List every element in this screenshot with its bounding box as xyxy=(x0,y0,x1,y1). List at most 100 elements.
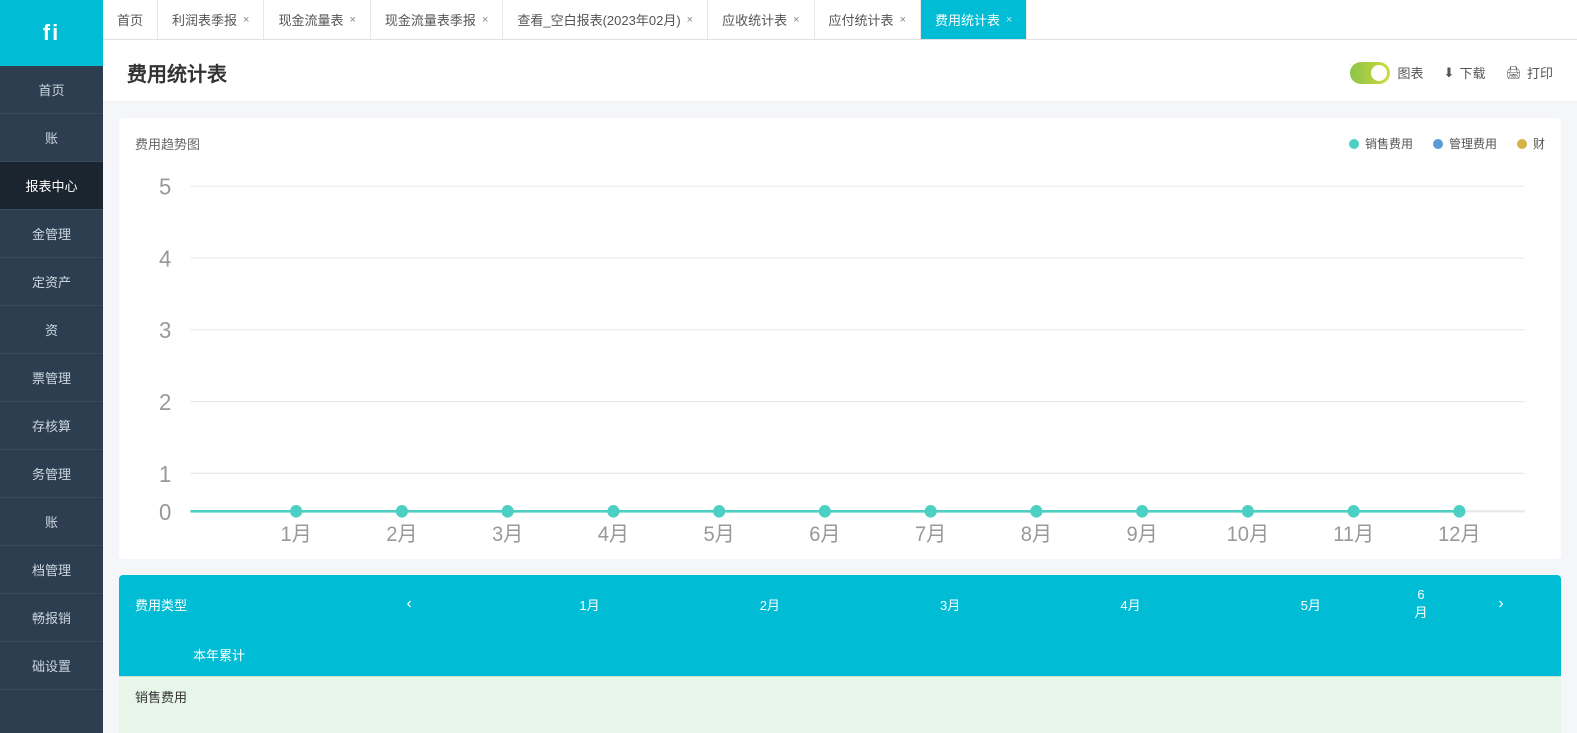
cell-m6 xyxy=(1401,677,1441,716)
chart-toggle[interactable] xyxy=(1350,62,1390,84)
svg-text:4月: 4月 xyxy=(598,522,629,543)
chart-legend: 销售费用 管理费用 财 xyxy=(1349,135,1545,152)
svg-text:12月: 12月 xyxy=(1438,522,1481,543)
cell-m1 xyxy=(499,677,679,716)
tab-profit-quarterly[interactable]: 利润表季报 × xyxy=(158,0,264,39)
svg-text:10月: 10月 xyxy=(1227,522,1270,543)
tab-cashflow-quarterly[interactable]: 现金流量表季报 × xyxy=(371,0,503,39)
chart-section: 费用趋势图 销售费用 管理费用 财 xyxy=(119,118,1561,559)
content-area: 费用统计表 图表 ⬇ 下载 🖨 打印 费用趋势图 xyxy=(103,40,1577,733)
sidebar-item-account[interactable]: 账 xyxy=(0,114,103,162)
sidebar-item-service-management[interactable]: 务管理 xyxy=(0,450,103,498)
sidebar-item-investment[interactable]: 资 xyxy=(0,306,103,354)
page-header: 费用统计表 图表 ⬇ 下载 🖨 打印 xyxy=(103,40,1577,102)
legend-dot-sales xyxy=(1349,139,1359,149)
svg-text:0: 0 xyxy=(159,498,171,525)
toggle-label: 图表 xyxy=(1398,63,1424,82)
svg-text:9月: 9月 xyxy=(1126,522,1157,543)
legend-item-admin: 管理费用 xyxy=(1433,135,1497,152)
close-icon[interactable]: × xyxy=(1006,14,1012,26)
legend-item-finance: 财 xyxy=(1517,135,1545,152)
tab-cashflow[interactable]: 现金流量表 × xyxy=(264,0,370,39)
cell-m3 xyxy=(860,677,1040,716)
col-header-m6: 6月 xyxy=(1401,575,1441,633)
svg-text:8月: 8月 xyxy=(1021,522,1052,543)
tab-bar: 首页 利润表季报 × 现金流量表 × 现金流量表季报 × 查看_空白报表(202… xyxy=(103,0,1577,40)
tab-payable[interactable]: 应付统计表 × xyxy=(815,0,921,39)
svg-text:4: 4 xyxy=(159,245,171,272)
sidebar-item-fund-management[interactable]: 金管理 xyxy=(0,210,103,258)
sidebar-item-bill-management[interactable]: 票管理 xyxy=(0,354,103,402)
print-icon: 🖨 xyxy=(1505,65,1522,81)
sidebar-item-basic-settings[interactable]: 础设置 xyxy=(0,642,103,690)
close-icon[interactable]: × xyxy=(482,14,488,26)
print-button[interactable]: 🖨 打印 xyxy=(1505,63,1553,82)
col-header-m2: 2月 xyxy=(680,575,860,633)
tab-expense[interactable]: 费用统计表 × xyxy=(921,0,1027,39)
close-icon[interactable]: × xyxy=(349,14,355,26)
legend-label-admin: 管理费用 xyxy=(1449,135,1497,152)
svg-text:3: 3 xyxy=(159,317,171,344)
legend-item-sales: 销售费用 xyxy=(1349,135,1413,152)
sidebar-item-fixed-assets[interactable]: 定资产 xyxy=(0,258,103,306)
cell-nav-spacer2 xyxy=(1441,677,1561,716)
sidebar: fi 首页 账 报表中心 金管理 定资产 资 票管理 存核算 务管理 账 档管理… xyxy=(0,0,103,733)
tab-receivable[interactable]: 应收统计表 × xyxy=(708,0,814,39)
svg-text:3月: 3月 xyxy=(492,522,523,543)
download-button[interactable]: ⬇ 下载 xyxy=(1444,63,1486,82)
main-area: 首页 利润表季报 × 现金流量表 × 现金流量表季报 × 查看_空白报表(202… xyxy=(103,0,1577,733)
svg-text:11月: 11月 xyxy=(1333,522,1374,543)
sidebar-item-inventory[interactable]: 存核算 xyxy=(0,402,103,450)
expense-table: 费用类型 ‹ 1月 2月 3月 4月 5月 6月 › 本年累计 销售费用 xyxy=(119,575,1561,733)
cell-m5 xyxy=(1221,677,1401,716)
close-icon[interactable]: × xyxy=(243,14,249,26)
sidebar-item-debt[interactable]: 账 xyxy=(0,498,103,546)
close-icon[interactable]: × xyxy=(900,14,906,26)
download-label: 下载 xyxy=(1459,63,1485,82)
svg-text:1: 1 xyxy=(159,460,171,487)
svg-text:7月: 7月 xyxy=(915,522,946,543)
svg-text:5: 5 xyxy=(159,173,171,200)
cell-yearly xyxy=(119,716,319,733)
sidebar-item-report-center[interactable]: 报表中心 xyxy=(0,162,103,210)
svg-text:1月: 1月 xyxy=(280,522,311,543)
col-header-type: 费用类型 xyxy=(119,575,319,633)
trend-chart: 5 4 3 2 1 0 xyxy=(135,163,1545,543)
tab-blank-report[interactable]: 查看_空白报表(2023年02月) × xyxy=(503,0,708,39)
table-row: 销售费用 xyxy=(119,676,1561,733)
sidebar-item-archive[interactable]: 档管理 xyxy=(0,546,103,594)
chart-title: 费用趋势图 xyxy=(135,134,200,153)
app-logo: fi xyxy=(0,0,103,66)
col-header-m4: 4月 xyxy=(1040,575,1220,633)
svg-text:2: 2 xyxy=(159,389,171,416)
print-label: 打印 xyxy=(1527,63,1553,82)
col-header-m3: 3月 xyxy=(860,575,1040,633)
page-title: 费用统计表 xyxy=(127,58,227,87)
col-header-m5: 5月 xyxy=(1221,575,1401,633)
cell-type: 销售费用 xyxy=(119,677,319,716)
legend-label-finance: 财 xyxy=(1533,135,1545,152)
svg-text:2月: 2月 xyxy=(386,522,417,543)
download-icon: ⬇ xyxy=(1444,65,1455,81)
table-header-row: 费用类型 ‹ 1月 2月 3月 4月 5月 6月 › 本年累计 xyxy=(119,575,1561,676)
page-actions: 图表 ⬇ 下载 🖨 打印 xyxy=(1350,62,1553,84)
svg-text:6月: 6月 xyxy=(809,522,840,543)
close-icon[interactable]: × xyxy=(687,14,693,26)
next-month-button[interactable]: › xyxy=(1441,575,1561,633)
chart-container: 5 4 3 2 1 0 xyxy=(135,163,1545,543)
svg-text:5月: 5月 xyxy=(703,522,734,543)
sidebar-item-home[interactable]: 首页 xyxy=(0,66,103,114)
cell-m4 xyxy=(1040,677,1220,716)
chart-toggle-wrap: 图表 xyxy=(1350,62,1424,84)
cell-m2 xyxy=(680,677,860,716)
legend-dot-admin xyxy=(1433,139,1443,149)
col-header-yearly: 本年累计 xyxy=(119,633,319,676)
prev-month-button[interactable]: ‹ xyxy=(319,575,499,633)
close-icon[interactable]: × xyxy=(793,14,799,26)
sidebar-item-write-off[interactable]: 畅报销 xyxy=(0,594,103,642)
legend-label-sales: 销售费用 xyxy=(1365,135,1413,152)
col-header-m1: 1月 xyxy=(499,575,679,633)
chart-header: 费用趋势图 销售费用 管理费用 财 xyxy=(135,134,1545,153)
tab-home[interactable]: 首页 xyxy=(103,0,158,39)
legend-dot-finance xyxy=(1517,139,1527,149)
